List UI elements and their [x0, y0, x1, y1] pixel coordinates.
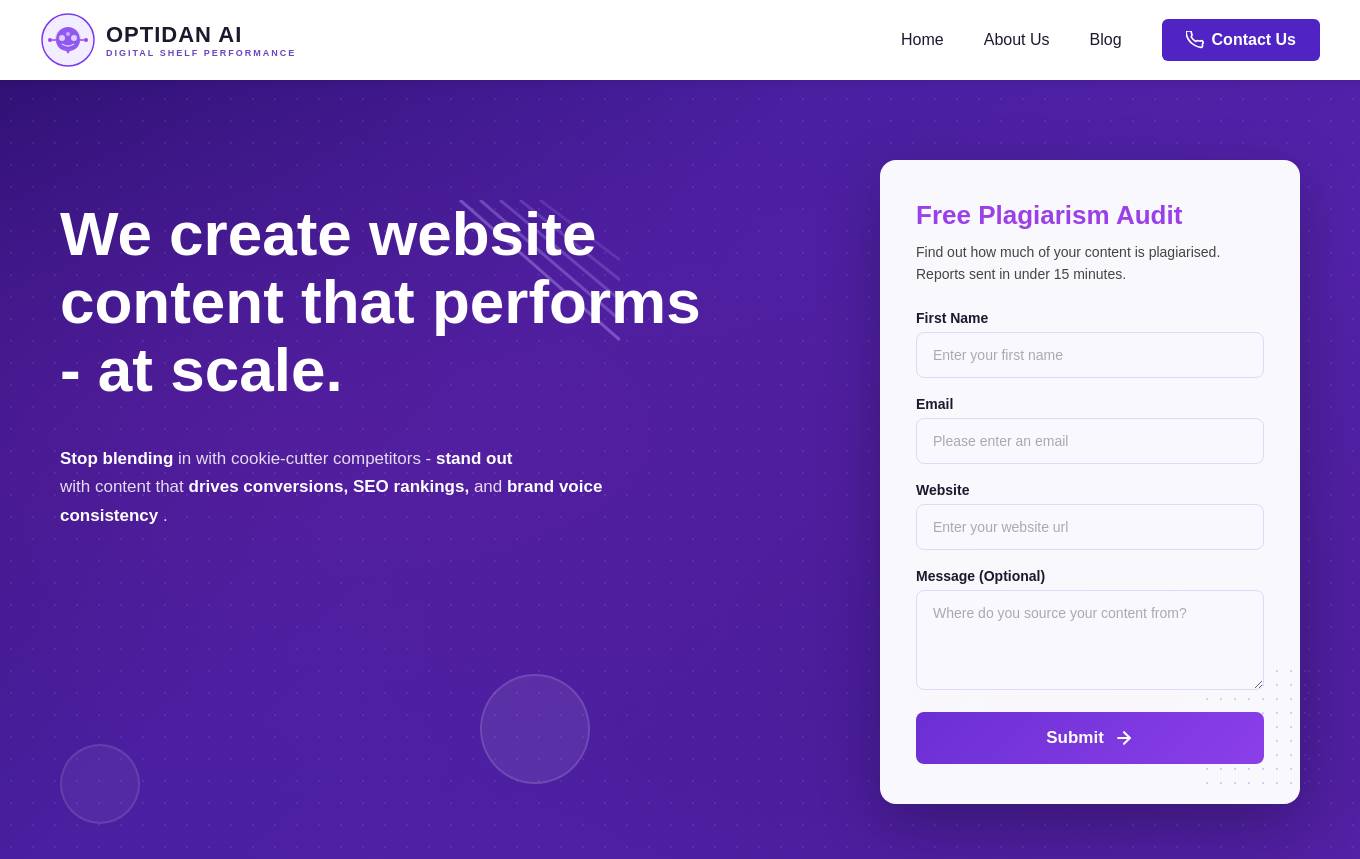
- svg-point-2: [59, 35, 65, 41]
- svg-point-6: [84, 38, 88, 42]
- hero-body-text-3: and: [474, 477, 507, 496]
- logo-subtitle: DIGITAL SHELF PERFORMANCE: [106, 48, 296, 58]
- email-group: Email: [916, 396, 1264, 464]
- svg-point-5: [48, 38, 52, 42]
- contact-button[interactable]: Contact Us: [1162, 19, 1320, 61]
- nav-about[interactable]: About Us: [984, 31, 1050, 49]
- hero-body-strong-1: Stop blending: [60, 449, 173, 468]
- logo[interactable]: OPTIDAN AI DIGITAL SHELF PERFORMANCE: [40, 12, 296, 68]
- phone-icon: [1186, 31, 1204, 49]
- form-title: Free Plagiarism Audit: [916, 200, 1264, 231]
- hero-body-strong-3: drives conversions, SEO rankings,: [189, 477, 470, 496]
- nav-blog[interactable]: Blog: [1090, 31, 1122, 49]
- first-name-input[interactable]: [916, 332, 1264, 378]
- form-card: Free Plagiarism Audit Find out how much …: [880, 160, 1300, 804]
- first-name-label: First Name: [916, 310, 1264, 326]
- arrow-right-icon: [1114, 728, 1134, 748]
- message-textarea[interactable]: [916, 590, 1264, 690]
- first-name-group: First Name: [916, 310, 1264, 378]
- svg-point-3: [71, 35, 77, 41]
- hero-body-end: .: [163, 506, 168, 525]
- nav-home[interactable]: Home: [901, 31, 944, 49]
- hero-body-text-2: with content that: [60, 477, 189, 496]
- submit-label: Submit: [1046, 728, 1104, 748]
- hero-content: We create website content that performs …: [60, 160, 720, 531]
- main-section: We create website content that performs …: [0, 80, 1360, 859]
- submit-button[interactable]: Submit: [916, 712, 1264, 764]
- hero-body-strong-2: stand out: [436, 449, 513, 468]
- hero-body-text-1: in with cookie-cutter competitors -: [178, 449, 436, 468]
- logo-text: OPTIDAN AI DIGITAL SHELF PERFORMANCE: [106, 22, 296, 58]
- website-input[interactable]: [916, 504, 1264, 550]
- navbar: OPTIDAN AI DIGITAL SHELF PERFORMANCE Hom…: [0, 0, 1360, 80]
- website-label: Website: [916, 482, 1264, 498]
- logo-icon: [40, 12, 96, 68]
- nav-links: Home About Us Blog Contact Us: [901, 19, 1320, 61]
- message-label: Message (Optional): [916, 568, 1264, 584]
- hero-title: We create website content that performs …: [60, 200, 720, 405]
- svg-point-4: [66, 32, 70, 36]
- message-group: Message (Optional): [916, 568, 1264, 694]
- hero-body: Stop blending in with cookie-cutter comp…: [60, 445, 620, 532]
- form-description: Find out how much of your content is pla…: [916, 241, 1264, 286]
- decorative-circle-2: [60, 744, 140, 824]
- decorative-circle-1: [480, 674, 590, 784]
- logo-title: OPTIDAN AI: [106, 22, 296, 48]
- website-group: Website: [916, 482, 1264, 550]
- email-input[interactable]: [916, 418, 1264, 464]
- contact-button-label: Contact Us: [1212, 31, 1296, 49]
- email-label: Email: [916, 396, 1264, 412]
